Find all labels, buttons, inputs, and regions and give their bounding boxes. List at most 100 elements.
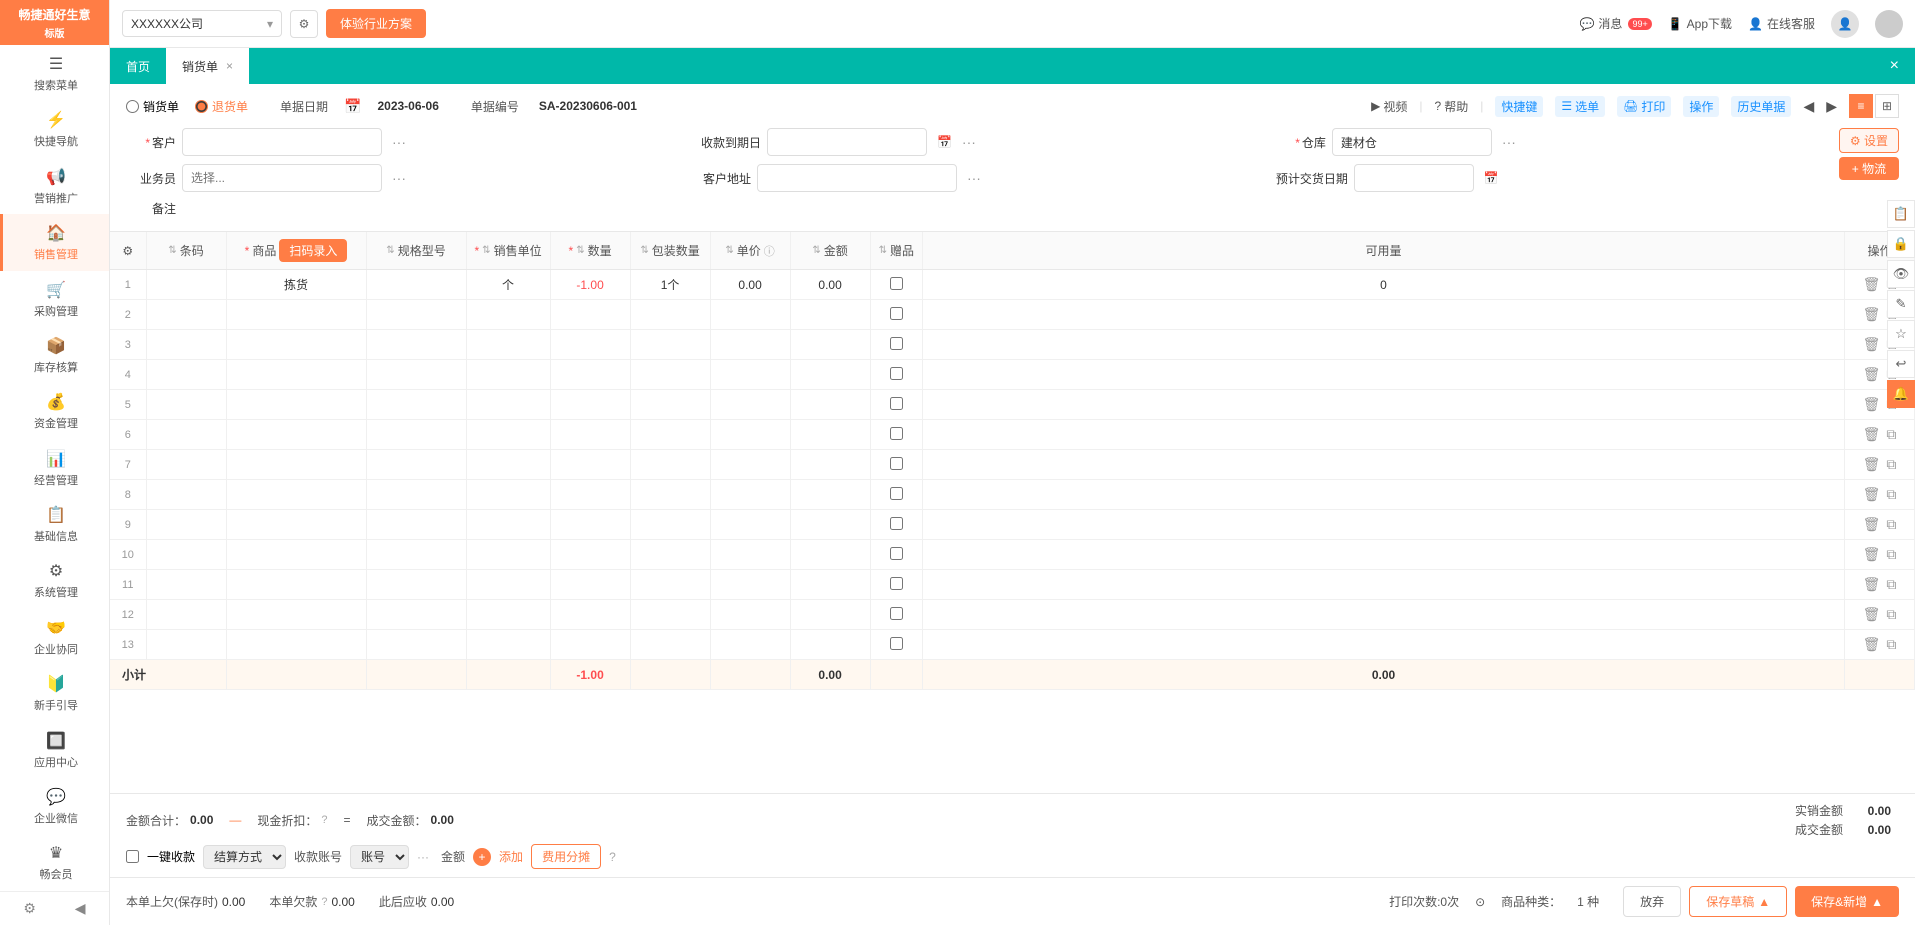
sidebar-item-guide[interactable]: 🔰 新手引导 [0,665,109,721]
account-select[interactable]: 账号 [350,845,409,869]
tab-bar-close-btn[interactable]: × [1890,57,1899,75]
delete-row-btn[interactable]: 🗑 [1863,336,1881,353]
sort-icon-qty[interactable]: ⇅ [576,245,584,256]
tab-home[interactable]: 首页 [110,48,166,84]
video-link[interactable]: ▶ 视频 [1371,98,1407,115]
sidebar-item-operation[interactable]: 📊 经营管理 [0,440,109,496]
company-selector[interactable]: XXXXXX公司 ▾ [122,10,282,37]
sort-icon-spec[interactable]: ⇅ [386,245,394,256]
tab-sales-order[interactable]: 销货单 × [166,48,249,84]
copy-row-btn[interactable]: ⧉ [1886,576,1896,593]
copy-row-btn[interactable]: ⧉ [1886,606,1896,623]
price-info-icon[interactable]: ⓘ [764,243,775,259]
trial-btn[interactable]: 体验行业方案 [326,9,426,38]
warehouse-more-btn[interactable]: ··· [1502,134,1516,150]
grid-view-btn[interactable]: ⊞ [1875,94,1899,118]
add-payment-btn[interactable]: + [473,848,491,866]
operation-link[interactable]: 操作 [1683,96,1719,117]
abandon-btn[interactable]: 放弃 [1623,886,1681,917]
choose-link[interactable]: ☰ 选单 [1555,96,1605,117]
radio-return-input[interactable] [195,100,208,113]
expense-btn[interactable]: 费用分摊 [531,844,601,869]
customer-more-btn[interactable]: ··· [392,134,406,150]
gift-checkbox[interactable] [890,637,903,650]
warehouse-input[interactable] [1332,128,1492,156]
sidebar-item-system[interactable]: ⚙ 系统管理 [0,553,109,609]
gift-checkbox[interactable] [890,307,903,320]
copy-row-btn[interactable]: ⧉ [1886,426,1896,443]
online-service-btn[interactable]: 👤 在线客服 [1748,15,1815,32]
customer-address-input[interactable] [757,164,957,192]
radio-sales[interactable]: 销货单 [126,98,179,115]
copy-row-btn[interactable]: ⧉ [1886,516,1896,533]
sidebar-item-inventory[interactable]: 📦 库存核算 [0,327,109,383]
app-download-btn[interactable]: 📱 App下载 [1668,15,1732,32]
message-btn[interactable]: 💬 消息 99+ [1579,15,1651,32]
gift-checkbox[interactable] [890,337,903,350]
delivery-date-input[interactable] [1354,164,1474,192]
cash-discount-info[interactable]: ? [321,814,327,826]
header-settings-btn[interactable]: ⚙ [290,10,318,38]
next-page-icon[interactable]: ▶ [1826,98,1837,115]
sidebar-item-collab[interactable]: 🤝 企业协同 [0,609,109,665]
delete-row-btn[interactable]: 🗑 [1863,516,1881,533]
collapse-icon[interactable]: ◀ [75,900,86,917]
float-btn-lock[interactable]: 🔒 [1887,230,1915,258]
copy-row-btn[interactable]: ⧉ [1886,456,1896,473]
copy-row-btn[interactable]: ⧉ [1886,636,1896,653]
salesperson-more-btn[interactable]: ··· [392,170,406,186]
radio-return[interactable]: 退货单 [195,98,248,115]
delete-row-btn[interactable]: 🗑 [1863,456,1881,473]
one-click-payment-checkbox[interactable] [126,850,139,863]
payment-date-more-btn[interactable]: ··· [962,134,976,150]
delete-row-btn[interactable]: 🗑 [1863,426,1881,443]
settings-bottom-icon[interactable]: ⚙ [23,900,36,917]
delete-row-btn[interactable]: 🗑 [1863,396,1881,413]
payment-date-icon[interactable]: 📅 [937,135,952,149]
gift-checkbox[interactable] [890,547,903,560]
sort-icon-amount[interactable]: ⇅ [812,245,820,256]
float-btn-alert[interactable]: 🔔 [1887,380,1915,408]
sidebar-item-basic[interactable]: 📋 基础信息 [0,496,109,552]
gift-checkbox[interactable] [890,517,903,530]
print-link[interactable]: 🖨 打印 [1617,96,1671,117]
delete-row-btn[interactable]: 🗑 [1863,606,1881,623]
delete-row-btn[interactable]: 🗑 [1863,366,1881,383]
prev-page-icon[interactable]: ◀ [1803,98,1814,115]
sidebar-item-sales[interactable]: 🏠 销售管理 [0,214,109,270]
save-new-btn[interactable]: 保存&新增 ▲ [1795,886,1899,917]
gift-checkbox[interactable] [890,577,903,590]
float-btn-edit[interactable]: ✎ [1887,290,1915,318]
save-draft-btn[interactable]: 保存草稿 ▲ [1689,886,1787,917]
date-icon[interactable]: 📅 [344,98,361,115]
sidebar-item-purchase[interactable]: 🛒 采购管理 [0,271,109,327]
gift-checkbox[interactable] [890,487,903,500]
delete-row-btn[interactable]: 🗑 [1863,576,1881,593]
list-view-btn[interactable]: ≡ [1849,94,1873,118]
sort-icon-pack[interactable]: ⇅ [640,245,648,256]
gift-checkbox[interactable] [890,367,903,380]
user-avatar[interactable]: 👤 [1831,10,1859,38]
customer-input[interactable] [182,128,382,156]
sidebar-item-wechat[interactable]: 💬 企业微信 [0,778,109,834]
address-more-btn[interactable]: ··· [967,170,981,186]
payment-method-select[interactable]: 结算方式 [203,845,286,869]
gift-checkbox[interactable] [890,277,903,290]
sort-icon-unit[interactable]: ⇅ [482,245,490,256]
float-btn-star[interactable]: ☆ [1887,320,1915,348]
salesperson-input[interactable] [182,164,382,192]
history-link[interactable]: 历史单据 [1731,96,1791,117]
delete-row-btn[interactable]: 🗑 [1863,306,1881,323]
tab-close-icon[interactable]: × [226,59,233,73]
copy-row-btn[interactable]: ⧉ [1886,486,1896,503]
float-btn-note[interactable]: 📋 [1887,200,1915,228]
expense-help-icon[interactable]: ? [609,850,616,864]
delete-row-btn[interactable]: 🗑 [1863,276,1881,293]
delivery-date-icon[interactable]: 📅 [1484,171,1499,185]
gift-checkbox[interactable] [890,397,903,410]
shortcut-link[interactable]: 快捷键 [1495,96,1543,117]
sort-icon-price[interactable]: ⇅ [725,245,733,256]
gift-checkbox[interactable] [890,607,903,620]
flow-btn[interactable]: + 物流 [1839,157,1899,180]
float-btn-view[interactable]: 👁 [1887,260,1915,288]
